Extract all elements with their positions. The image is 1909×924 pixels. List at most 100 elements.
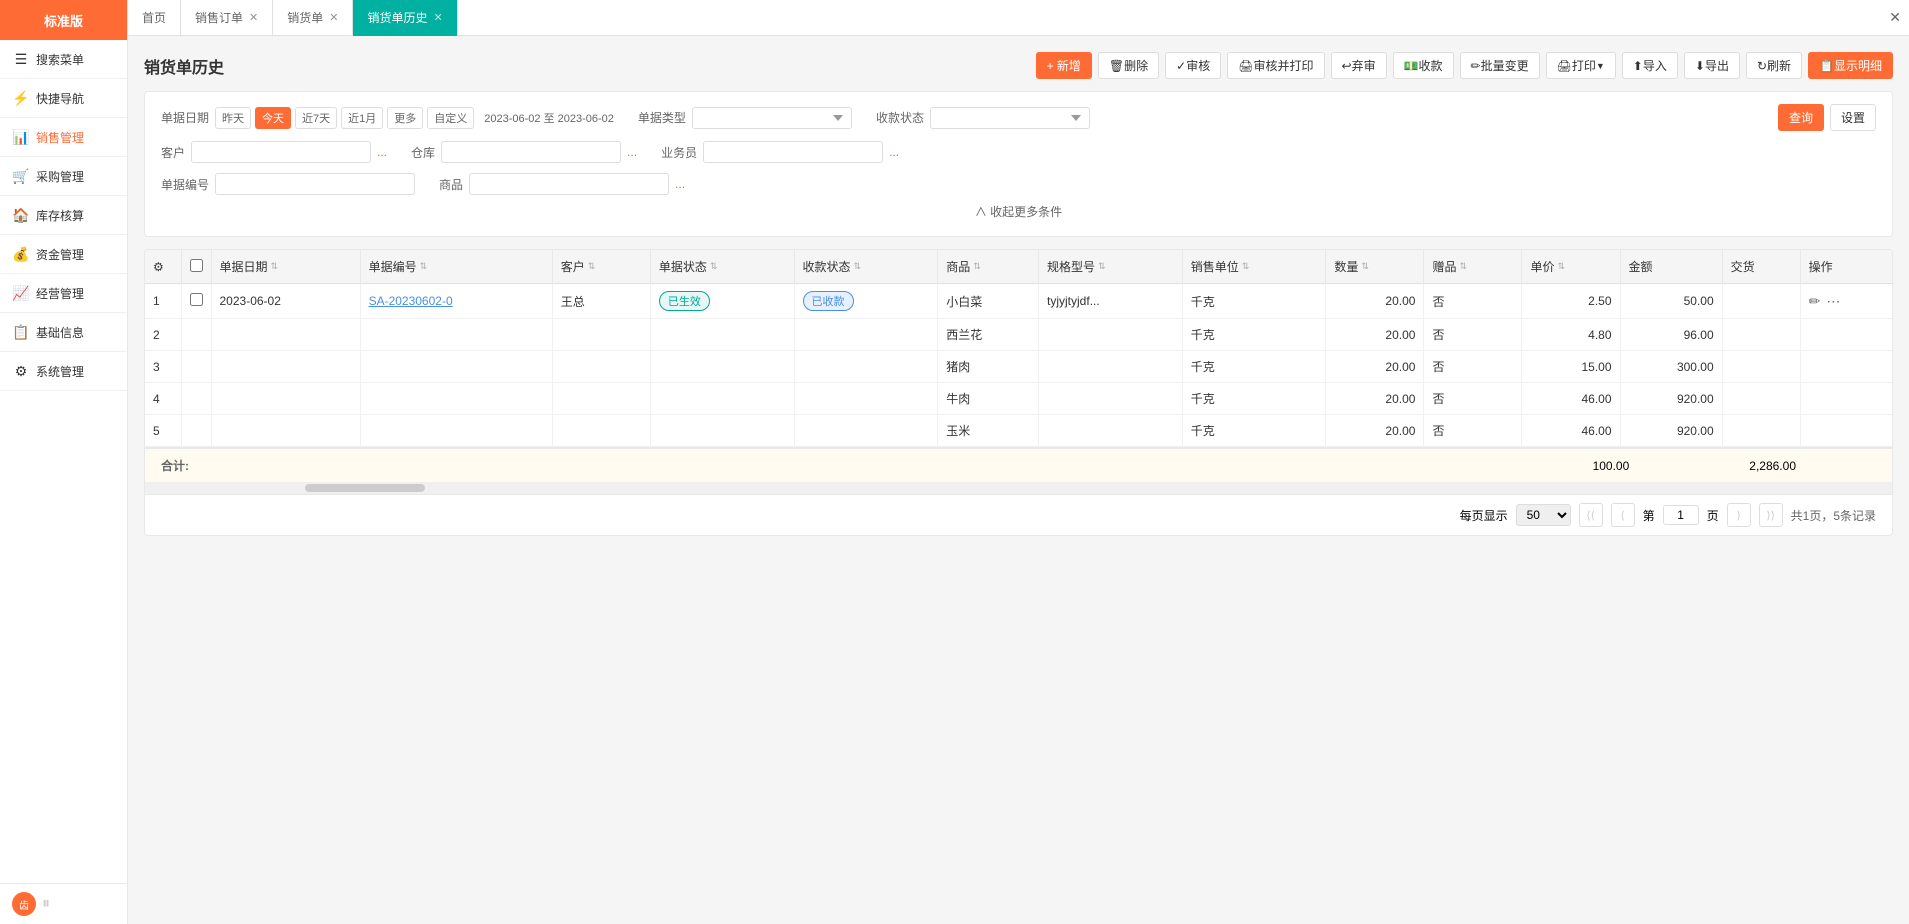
th-gift[interactable]: 赠品 ⇅ — [1424, 250, 1522, 284]
th-doc-no[interactable]: 单据编号 ⇅ — [360, 250, 552, 284]
edit-icon[interactable]: ✏ — [1809, 293, 1821, 310]
first-page-button[interactable]: ⟨⟨ — [1579, 503, 1603, 527]
collapse-button[interactable]: ∧ 收起更多条件 — [161, 199, 1876, 224]
total-qty: 100.00 — [1593, 459, 1750, 473]
date-btn-7days[interactable]: 近7天 — [295, 107, 337, 129]
cell-price: 46.00 — [1522, 383, 1620, 415]
tab-home[interactable]: 首页 — [128, 0, 181, 36]
settings-button[interactable]: 设置 — [1830, 104, 1876, 131]
filter-row-3: 单据编号 商品 ... — [161, 173, 1876, 195]
current-page-input[interactable] — [1663, 505, 1699, 525]
prev-page-button[interactable]: ⟨ — [1611, 503, 1635, 527]
th-customer[interactable]: 客户 ⇅ — [552, 250, 650, 284]
horizontal-scrollbar[interactable] — [145, 482, 1892, 494]
th-spec[interactable]: 规格型号 ⇅ — [1039, 250, 1183, 284]
sort-icon-price: ⇅ — [1558, 261, 1566, 272]
staff-input[interactable] — [703, 141, 883, 163]
next-page-button[interactable]: ⟩ — [1727, 503, 1751, 527]
cell-action: ✏⋯ — [1800, 284, 1892, 319]
warehouse-input[interactable] — [441, 141, 621, 163]
window-close-button[interactable]: ✕ — [1889, 9, 1901, 26]
cell-action — [1800, 319, 1892, 351]
scrollbar-thumb[interactable] — [305, 484, 425, 492]
sidebar-collapse-icon[interactable]: ⏸ — [42, 895, 50, 913]
approve-button[interactable]: ✓ 审核 — [1165, 52, 1221, 79]
th-pay-status-label: 收款状态 — [803, 258, 851, 275]
row-checkbox[interactable] — [190, 293, 203, 306]
export-icon: ⬇ — [1695, 59, 1705, 73]
approve-icon: ✓ — [1176, 59, 1186, 73]
goods-input[interactable] — [469, 173, 669, 195]
payment-status-select[interactable] — [930, 107, 1090, 129]
sidebar: 标准版 ☰ 搜索菜单 ⚡ 快捷导航 📊 销售管理 🛒 采购管理 🏠 库存核算 💰… — [0, 0, 128, 924]
date-btn-1month[interactable]: 近1月 — [341, 107, 383, 129]
select-all-checkbox[interactable] — [190, 259, 203, 272]
doc-no-input[interactable] — [215, 173, 415, 195]
th-qty[interactable]: 数量 ⇅ — [1326, 250, 1424, 284]
cell-checkbox[interactable] — [181, 415, 211, 447]
sidebar-item-basic-info[interactable]: 📋 基础信息 — [0, 313, 127, 352]
th-unit[interactable]: 销售单位 ⇅ — [1182, 250, 1326, 284]
sidebar-item-quick-nav[interactable]: ⚡ 快捷导航 — [0, 79, 127, 118]
warehouse-select-btn[interactable]: ... — [627, 145, 637, 159]
tab-sales-invoice-label: 销货单 — [287, 9, 323, 26]
user-avatar[interactable]: 齿 — [12, 892, 36, 916]
last-page-button[interactable]: ⟩⟩ — [1759, 503, 1783, 527]
cell-qty: 20.00 — [1326, 415, 1424, 447]
th-price[interactable]: 单价 ⇅ — [1522, 250, 1620, 284]
th-doc-status[interactable]: 单据状态 ⇅ — [650, 250, 794, 284]
cell-checkbox[interactable] — [181, 319, 211, 351]
cell-checkbox[interactable] — [181, 284, 211, 319]
sidebar-item-sales-mgmt[interactable]: 📊 销售管理 — [0, 118, 127, 157]
sidebar-item-finance[interactable]: 💰 资金管理 — [0, 235, 127, 274]
th-date[interactable]: 单据日期 ⇅ — [211, 250, 360, 284]
sort-icon-doc-no: ⇅ — [420, 261, 428, 272]
refresh-button[interactable]: ↻ 刷新 — [1746, 52, 1802, 79]
date-btn-today[interactable]: 今天 — [255, 107, 291, 129]
sidebar-item-inventory[interactable]: 🏠 库存核算 — [0, 196, 127, 235]
abandon-button[interactable]: ↩ 弃审 — [1331, 52, 1387, 79]
goods-select-btn[interactable]: ... — [675, 177, 685, 191]
tab-sales-history[interactable]: 销货单历史 ✕ — [353, 0, 457, 36]
sort-icon-pay-status: ⇅ — [854, 261, 862, 272]
customer-label: 客户 — [161, 144, 185, 161]
tab-sales-invoice[interactable]: 销货单 ✕ — [273, 0, 353, 36]
customer-select-btn[interactable]: ... — [377, 145, 387, 159]
tab-sales-history-close[interactable]: ✕ — [434, 11, 443, 24]
date-btn-more[interactable]: 更多 — [387, 107, 423, 129]
cell-checkbox[interactable] — [181, 351, 211, 383]
th-goods[interactable]: 商品 ⇅ — [938, 250, 1039, 284]
collect-button[interactable]: 💵 收款 — [1393, 52, 1454, 79]
delete-button[interactable]: 🗑 删除 — [1098, 52, 1159, 79]
export-button[interactable]: ⬇ 导出 — [1684, 52, 1740, 79]
cell-qty: 20.00 — [1326, 383, 1424, 415]
batch-change-button[interactable]: ✏ 批量变更 — [1460, 52, 1540, 79]
more-icon[interactable]: ⋯ — [1826, 293, 1840, 310]
customer-input[interactable] — [191, 141, 371, 163]
page-size-select[interactable]: 50 100 — [1516, 504, 1571, 526]
sidebar-item-operations[interactable]: 📈 经营管理 — [0, 274, 127, 313]
date-btn-yesterday[interactable]: 昨天 — [215, 107, 251, 129]
sidebar-item-system[interactable]: ⚙ 系统管理 — [0, 352, 127, 391]
th-doc-no-label: 单据编号 — [369, 258, 417, 275]
doc-type-select[interactable] — [692, 107, 852, 129]
import-button[interactable]: ⬆ 导入 — [1622, 52, 1678, 79]
cell-action — [1800, 415, 1892, 447]
th-settings[interactable]: ⚙ — [145, 250, 181, 284]
tab-sales-invoice-close[interactable]: ✕ — [329, 11, 338, 24]
doc-no-link[interactable]: SA-20230602-0 — [369, 294, 453, 308]
staff-select-btn[interactable]: ... — [889, 145, 899, 159]
new-button[interactable]: + 新增 — [1036, 52, 1092, 79]
tab-sales-order[interactable]: 销售订单 ✕ — [181, 0, 273, 36]
print-approve-button[interactable]: 🖨 审核并打印 — [1227, 52, 1324, 79]
print-button[interactable]: 🖨 打印 ▼ — [1546, 52, 1616, 79]
purchase-mgmt-icon: 🛒 — [12, 167, 30, 185]
sidebar-item-search-menu[interactable]: ☰ 搜索菜单 — [0, 40, 127, 79]
sidebar-item-purchase-mgmt[interactable]: 🛒 采购管理 — [0, 157, 127, 196]
date-btn-custom[interactable]: 自定义 — [427, 107, 474, 129]
tab-sales-order-close[interactable]: ✕ — [249, 11, 258, 24]
cell-checkbox[interactable] — [181, 383, 211, 415]
query-button[interactable]: 查询 — [1778, 104, 1824, 131]
th-pay-status[interactable]: 收款状态 ⇅ — [794, 250, 938, 284]
show-details-button[interactable]: 📋 显示明细 — [1808, 52, 1893, 79]
